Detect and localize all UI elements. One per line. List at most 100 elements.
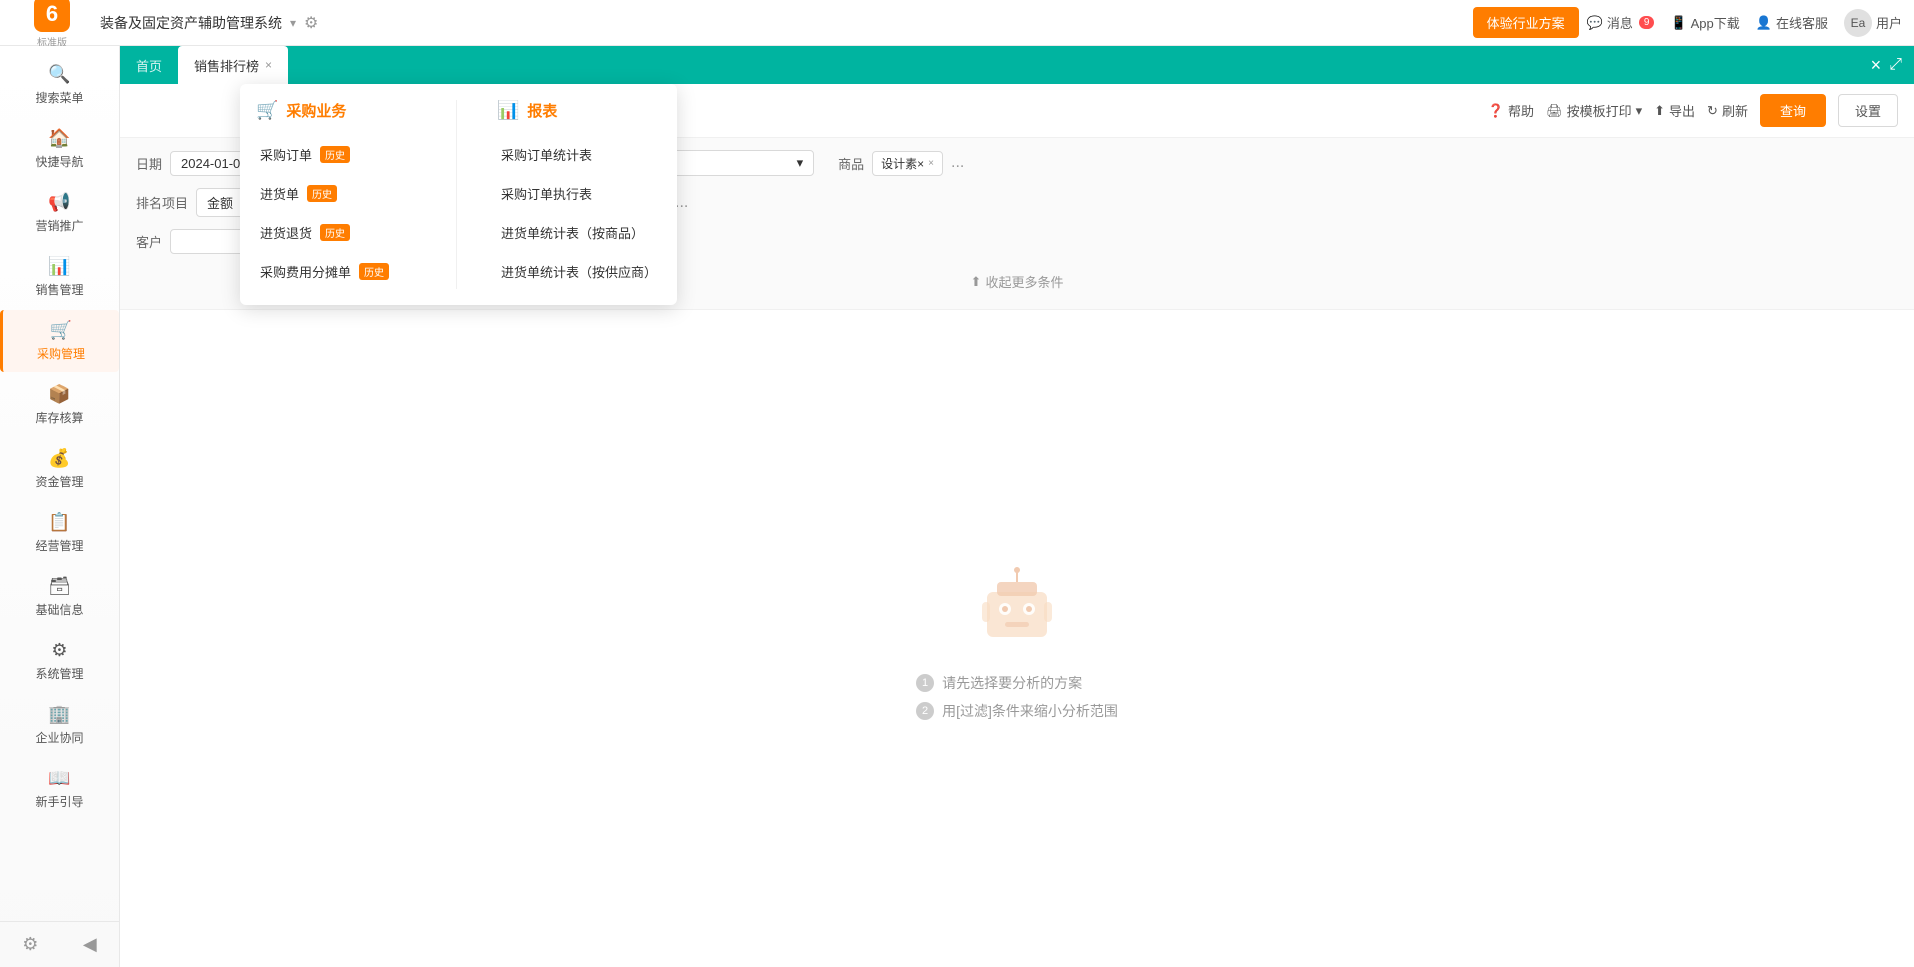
purchase-section-label: 采购业务 (286, 100, 346, 121)
dropdown-item-purchase-order[interactable]: 采购订单 历史 (256, 137, 416, 172)
sidebar-item-basic-info-label: 基础信息 (35, 601, 83, 618)
purchase-expense-hist-badge: 历史 (359, 263, 389, 280)
help-btn[interactable]: ❓ 帮助 (1488, 101, 1534, 120)
toolbar-right: ❓ 帮助 🖨 按模板打印 ▾ ⬆ 导出 ↻ 刷新 (1488, 94, 1898, 127)
gr-stat-supplier-label: 进货单统计表（按供应商） (501, 262, 657, 281)
dropdown-item-gr-stat-goods[interactable]: 进货单统计表（按商品） (497, 215, 661, 250)
export-btn[interactable]: ⬆ 导出 (1654, 101, 1695, 120)
online-service-btn[interactable]: 👤 在线客服 (1756, 13, 1828, 32)
sidebar-item-search[interactable]: 🔍 搜索菜单 (0, 54, 119, 116)
industry-btn[interactable]: 体验行业方案 (1473, 7, 1579, 38)
sidebar-item-system-label: 系统管理 (35, 665, 83, 682)
sidebar-item-operations[interactable]: 📋 经营管理 (0, 502, 119, 564)
goods-return-label: 进货退货 (260, 223, 312, 242)
dropdown-item-purchase-expense[interactable]: 采购费用分摊单 历史 (256, 254, 416, 289)
message-btn[interactable]: 💬 消息 9 (1587, 13, 1655, 32)
tab-sales-rank[interactable]: 销售排行榜 × (178, 46, 288, 84)
tab-close-icon[interactable]: × (265, 58, 272, 72)
dropdown-item-po-stat[interactable]: 采购订单统计表 (497, 137, 661, 172)
report-section-icon: 📊 (497, 100, 519, 121)
empty-text: 1 请先选择要分析的方案 2 用[过滤]条件来缩小分析范围 (916, 673, 1118, 721)
app-logo: 6 标准版 (12, 0, 92, 49)
sidebar-item-finance-label: 资金管理 (35, 473, 83, 490)
operations-icon: 📋 (48, 512, 70, 533)
print-icon: 🖨 (1546, 103, 1563, 119)
dropdown-item-goods-receipt[interactable]: 进货单 历史 (256, 176, 416, 211)
sidebar-collapse-icon[interactable]: ◀ (83, 934, 97, 955)
basic-info-icon: 🗃 (48, 576, 71, 597)
print-label: 按模板打印 (1567, 101, 1632, 120)
goods-tag: 设计素× × (872, 151, 943, 176)
refresh-label: 刷新 (1722, 101, 1748, 120)
empty-tip-2: 2 用[过滤]条件来缩小分析范围 (916, 701, 1118, 721)
sidebar-item-sales[interactable]: 📊 销售管理 (0, 246, 119, 308)
collapse-arrow-icon: ⬆ (971, 274, 982, 290)
dropdown-item-goods-return[interactable]: 进货退货 历史 (256, 215, 416, 250)
purchase-section: 🛒 采购业务 采购订单 历史 进货单 历史 进货退货 历史 采购费用分摊单 (256, 100, 416, 289)
sales-icon: 📊 (48, 256, 70, 277)
online-service-icon: 👤 (1756, 15, 1772, 31)
sidebar-item-sales-label: 销售管理 (35, 281, 83, 298)
user-btn[interactable]: Ea 用户 (1844, 9, 1902, 37)
goods-dots[interactable]: ... (951, 154, 964, 172)
sidebar-item-purchase-label: 采购管理 (37, 345, 85, 362)
empty-illustration (967, 557, 1067, 657)
main-layout: 🔍 搜索菜单 🏠 快捷导航 📢 营销推广 📊 销售管理 🛒 采购管理 📦 库存核… (0, 46, 1914, 967)
sidebar: 🔍 搜索菜单 🏠 快捷导航 📢 营销推广 📊 销售管理 🛒 采购管理 📦 库存核… (0, 46, 120, 967)
logo-icon: 6 (34, 0, 70, 32)
purchase-order-hist-badge: 历史 (320, 146, 350, 163)
sidebar-item-guide-label: 新手引导 (35, 793, 83, 810)
inventory-icon: 📦 (48, 384, 70, 405)
sidebar-item-basic-info[interactable]: 🗃 基础信息 (0, 566, 119, 628)
empty-state: 1 请先选择要分析的方案 2 用[过滤]条件来缩小分析范围 (120, 310, 1914, 967)
enterprise-icon: 🏢 (48, 704, 70, 725)
topbar: 6 标准版 装备及固定资产辅助管理系统 ▾ ⚙ 体验行业方案 💬 消息 9 📱 … (0, 0, 1914, 46)
content-area: 首页 销售排行榜 × × ⤢ ❓ 帮助 (120, 46, 1914, 967)
system-title: 装备及固定资产辅助管理系统 (100, 13, 282, 33)
report-section-title: 📊 报表 (497, 100, 661, 125)
online-service-label: 在线客服 (1776, 13, 1828, 32)
customer-label: 客户 (136, 232, 162, 251)
tab-close-all-icon[interactable]: × (1871, 55, 1882, 76)
print-btn[interactable]: 🖨 按模板打印 ▾ (1546, 101, 1642, 120)
tab-home-label: 首页 (136, 56, 162, 75)
purchase-icon: 🛒 (50, 320, 72, 341)
sidebar-item-marketing[interactable]: 📢 营销推广 (0, 182, 119, 244)
sidebar-item-inventory[interactable]: 📦 库存核算 (0, 374, 119, 436)
guide-icon: 📖 (48, 768, 70, 789)
refresh-btn[interactable]: ↻ 刷新 (1707, 101, 1748, 120)
help-icon: ❓ (1488, 103, 1504, 119)
tab-expand-icon[interactable]: ⤢ (1889, 56, 1902, 74)
report-section: 📊 报表 采购订单统计表 采购订单执行表 进货单统计表（按商品） 进货单统计表（… (497, 100, 661, 289)
purchase-order-label: 采购订单 (260, 145, 312, 164)
sidebar-item-system[interactable]: ⚙ 系统管理 (0, 630, 119, 692)
goods-tag-remove-icon[interactable]: × (928, 158, 934, 169)
sidebar-item-marketing-label: 营销推广 (35, 217, 83, 234)
rank-item-label: 排名项目 (136, 193, 188, 212)
system-icon: ⚙ (51, 640, 67, 661)
collapse-label: 收起更多条件 (985, 272, 1063, 291)
topbar-arrow-icon[interactable]: ▾ (290, 16, 296, 30)
sidebar-settings-icon[interactable]: ⚙ (22, 934, 38, 955)
sidebar-item-guide[interactable]: 📖 新手引导 (0, 758, 119, 820)
sidebar-item-finance[interactable]: 💰 资金管理 (0, 438, 119, 500)
goods-receipt-label: 进货单 (260, 184, 299, 203)
sidebar-item-purchase[interactable]: 🛒 采购管理 (0, 310, 119, 372)
dropdown-divider (456, 100, 457, 289)
query-btn[interactable]: 查询 (1760, 94, 1826, 127)
topbar-gear-icon[interactable]: ⚙ (304, 13, 318, 33)
sidebar-item-enterprise[interactable]: 🏢 企业协同 (0, 694, 119, 756)
dropdown-item-gr-stat-supplier[interactable]: 进货单统计表（按供应商） (497, 254, 661, 289)
app-download-btn[interactable]: 📱 App下载 (1670, 13, 1739, 32)
po-stat-label: 采购订单统计表 (501, 145, 592, 164)
sidebar-item-quick-nav[interactable]: 🏠 快捷导航 (0, 118, 119, 180)
tab-home[interactable]: 首页 (120, 46, 178, 84)
empty-tip-1: 1 请先选择要分析的方案 (916, 673, 1118, 693)
app-download-label: App下载 (1691, 13, 1740, 32)
customer-value (181, 234, 185, 249)
settings-btn[interactable]: 设置 (1838, 94, 1898, 127)
salesperson-dots[interactable]: ... (675, 194, 688, 212)
report-section-label: 报表 (527, 100, 557, 121)
dropdown-item-po-exec[interactable]: 采购订单执行表 (497, 176, 661, 211)
help-label: 帮助 (1508, 101, 1534, 120)
